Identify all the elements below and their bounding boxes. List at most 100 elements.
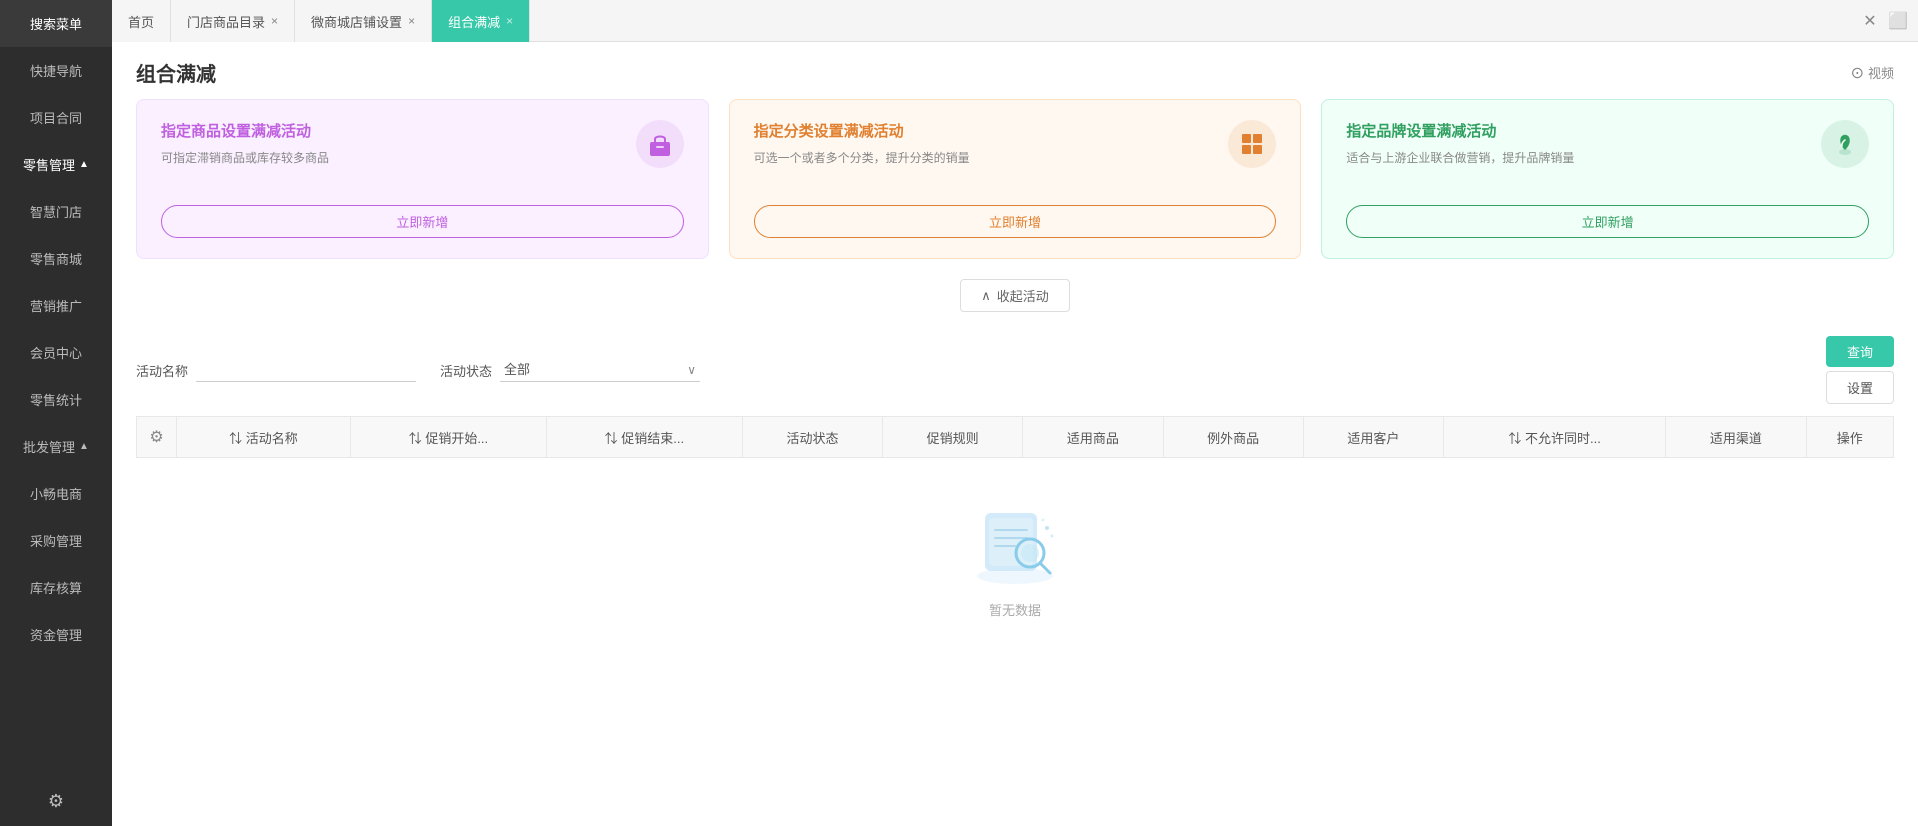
activity-name-input[interactable]	[196, 358, 416, 382]
col-label-name: ⇅ 活动名称	[229, 431, 298, 446]
video-button[interactable]: ⊙ 视频	[1851, 63, 1894, 83]
main-content: 首页 门店商品目录 × 微商城店铺设置 × 组合满减 × ✕ ⬜ 组合满减 ⊙ 视频 指定商…	[112, 0, 1918, 826]
col-label-goods: 适用商品	[1067, 431, 1119, 446]
col-actions: 操作	[1806, 417, 1893, 458]
col-channel: 适用渠道	[1666, 417, 1806, 458]
table-gear-icon[interactable]: ⚙	[149, 429, 163, 446]
activity-status-field: 活动状态 全部进行中已结束未开始	[440, 358, 700, 382]
col-exception: 例外商品	[1163, 417, 1303, 458]
collapse-bar: ∧ 收起活动	[112, 275, 1918, 324]
col-customer: 适用客户	[1303, 417, 1443, 458]
activity-name-field: 活动名称	[136, 358, 416, 382]
col-no-concurrent[interactable]: ⇅ 不允许同时...	[1443, 417, 1665, 458]
col-name[interactable]: ⇅ 活动名称	[177, 417, 351, 458]
col-label-start: ⇅ 促销开始...	[409, 431, 488, 446]
activity-status-label: 活动状态	[440, 361, 492, 380]
settings-button[interactable]: 设置	[1826, 371, 1894, 404]
col-label-no-concurrent: ⇅ 不允许同时...	[1508, 431, 1600, 446]
gear-settings-button[interactable]: ⚙	[0, 777, 112, 826]
col-label-end: ⇅ 促销结束...	[605, 431, 684, 446]
table-section: ⚙ ⇅ 活动名称 ⇅ 促销开始... ⇅ 促销结束... 活动状态 促销规则 适用商品 例外商…	[112, 416, 1918, 639]
sidebar-item-quick-nav[interactable]: 快捷导航	[0, 47, 112, 94]
sidebar-item-retail-stats[interactable]: 零售统计	[0, 376, 112, 423]
tab-close-wechat-shop-settings[interactable]: ×	[408, 14, 415, 28]
chevron-down-icon: ▲	[79, 441, 89, 452]
card-icon-category-card	[1228, 120, 1276, 168]
col-end[interactable]: ⇅ 促销结束...	[546, 417, 742, 458]
sidebar-item-wholesale-mgmt[interactable]: 批发管理 ▲	[0, 423, 112, 470]
tab-label-combo-discount: 组合满减	[448, 12, 500, 31]
col-label-status: 活动状态	[786, 431, 838, 446]
chevron-down-icon: ▲	[79, 159, 89, 170]
brand-card: 指定品牌设置满减活动适合与上游企业联合做营销，提升品牌销量立即新增	[1321, 99, 1894, 259]
tab-combo-discount[interactable]: 组合满减 ×	[432, 0, 530, 42]
empty-state: 暂无数据	[136, 458, 1894, 639]
tab-store-catalog[interactable]: 门店商品目录 ×	[171, 0, 295, 42]
tab-wechat-shop-settings[interactable]: 微商城店铺设置 ×	[295, 0, 432, 42]
activity-status-select[interactable]: 全部进行中已结束未开始	[500, 358, 700, 382]
data-table: ⚙ ⇅ 活动名称 ⇅ 促销开始... ⇅ 促销结束... 活动状态 促销规则 适用商品 例外商…	[136, 416, 1894, 458]
empty-illustration	[965, 498, 1065, 588]
col-label-channel: 适用渠道	[1710, 431, 1762, 446]
col-rule: 促销规则	[883, 417, 1023, 458]
collapse-label: 收起活动	[997, 286, 1049, 305]
card-title-goods-card: 指定商品设置满减活动	[161, 120, 684, 141]
search-bar: 活动名称 活动状态 全部进行中已结束未开始 查询 设置	[112, 324, 1918, 416]
card-desc-goods-card: 可指定滞销商品或库存较多商品	[161, 149, 684, 189]
col-start[interactable]: ⇅ 促销开始...	[350, 417, 546, 458]
sidebar-item-smart-store[interactable]: 智慧门店	[0, 188, 112, 235]
sidebar-item-retail-mall[interactable]: 零售商城	[0, 235, 112, 282]
card-btn-category-card[interactable]: 立即新增	[754, 205, 1277, 238]
page-content: 组合满减 ⊙ 视频 指定商品设置满减活动可指定滞销商品或库存较多商品立即新增指定…	[112, 42, 1918, 826]
play-circle-icon: ⊙	[1851, 63, 1864, 83]
card-btn-brand-card[interactable]: 立即新增	[1346, 205, 1869, 238]
sidebar: 搜索菜单快捷导航项目合同零售管理 ▲智慧门店零售商城营销推广会员中心零售统计批发…	[0, 0, 112, 826]
col-goods: 适用商品	[1023, 417, 1163, 458]
sidebar-item-purchase-mgmt[interactable]: 采购管理	[0, 517, 112, 564]
sidebar-item-search-menu[interactable]: 搜索菜单	[0, 0, 112, 47]
query-button[interactable]: 查询	[1826, 336, 1894, 367]
col-status: 活动状态	[742, 417, 882, 458]
sidebar-item-marketing[interactable]: 营销推广	[0, 282, 112, 329]
page-header: 组合满减 ⊙ 视频	[112, 42, 1918, 99]
sidebar-item-member-center[interactable]: 会员中心	[0, 329, 112, 376]
tab-label-home: 首页	[128, 12, 154, 31]
card-desc-brand-card: 适合与上游企业联合做营销，提升品牌销量	[1346, 149, 1869, 189]
goods-card: 指定商品设置满减活动可指定滞销商品或库存较多商品立即新增	[136, 99, 709, 259]
card-icon-brand-card	[1821, 120, 1869, 168]
empty-svg-icon	[965, 498, 1065, 588]
sidebar-item-inventory-calc[interactable]: 库存核算	[0, 564, 112, 611]
cards-section: 指定商品设置满减活动可指定滞销商品或库存较多商品立即新增指定分类设置满减活动可选…	[112, 99, 1918, 275]
card-icon-goods-card	[636, 120, 684, 168]
activity-name-label: 活动名称	[136, 361, 188, 380]
chevron-up-icon: ∧	[981, 288, 991, 304]
video-label: 视频	[1868, 63, 1894, 82]
sidebar-item-fund-mgmt[interactable]: 资金管理	[0, 611, 112, 658]
search-buttons: 查询 设置	[1826, 336, 1894, 404]
card-desc-category-card: 可选一个或者多个分类，提升分类的销量	[754, 149, 1277, 189]
sidebar-item-retail-mgmt[interactable]: 零售管理 ▲	[0, 141, 112, 188]
col-label-rule: 促销规则	[927, 431, 979, 446]
card-title-brand-card: 指定品牌设置满减活动	[1346, 120, 1869, 141]
maximize-button[interactable]: ⬜	[1886, 9, 1910, 33]
col-gear: ⚙	[137, 417, 177, 458]
page-title: 组合满减	[136, 58, 216, 87]
col-label-actions: 操作	[1837, 431, 1863, 446]
minimize-button[interactable]: ✕	[1858, 9, 1882, 33]
empty-text: 暂无数据	[989, 600, 1041, 619]
window-controls: ✕ ⬜	[1858, 9, 1918, 33]
collapse-button[interactable]: ∧ 收起活动	[960, 279, 1070, 312]
tab-close-combo-discount[interactable]: ×	[506, 14, 513, 28]
activity-status-select-wrapper: 全部进行中已结束未开始	[500, 358, 700, 382]
card-btn-goods-card[interactable]: 立即新增	[161, 205, 684, 238]
tab-label-store-catalog: 门店商品目录	[187, 12, 265, 31]
tab-close-store-catalog[interactable]: ×	[271, 14, 278, 28]
tab-label-wechat-shop-settings: 微商城店铺设置	[311, 12, 402, 31]
sidebar-item-xc-ecommerce[interactable]: 小畅电商	[0, 470, 112, 517]
sidebar-item-project-contract[interactable]: 项目合同	[0, 94, 112, 141]
tabs-bar: 首页 门店商品目录 × 微商城店铺设置 × 组合满减 × ✕ ⬜	[112, 0, 1918, 42]
card-title-category-card: 指定分类设置满减活动	[754, 120, 1277, 141]
col-label-customer: 适用客户	[1347, 431, 1399, 446]
category-card: 指定分类设置满减活动可选一个或者多个分类，提升分类的销量立即新增	[729, 99, 1302, 259]
tab-home[interactable]: 首页	[112, 0, 171, 42]
